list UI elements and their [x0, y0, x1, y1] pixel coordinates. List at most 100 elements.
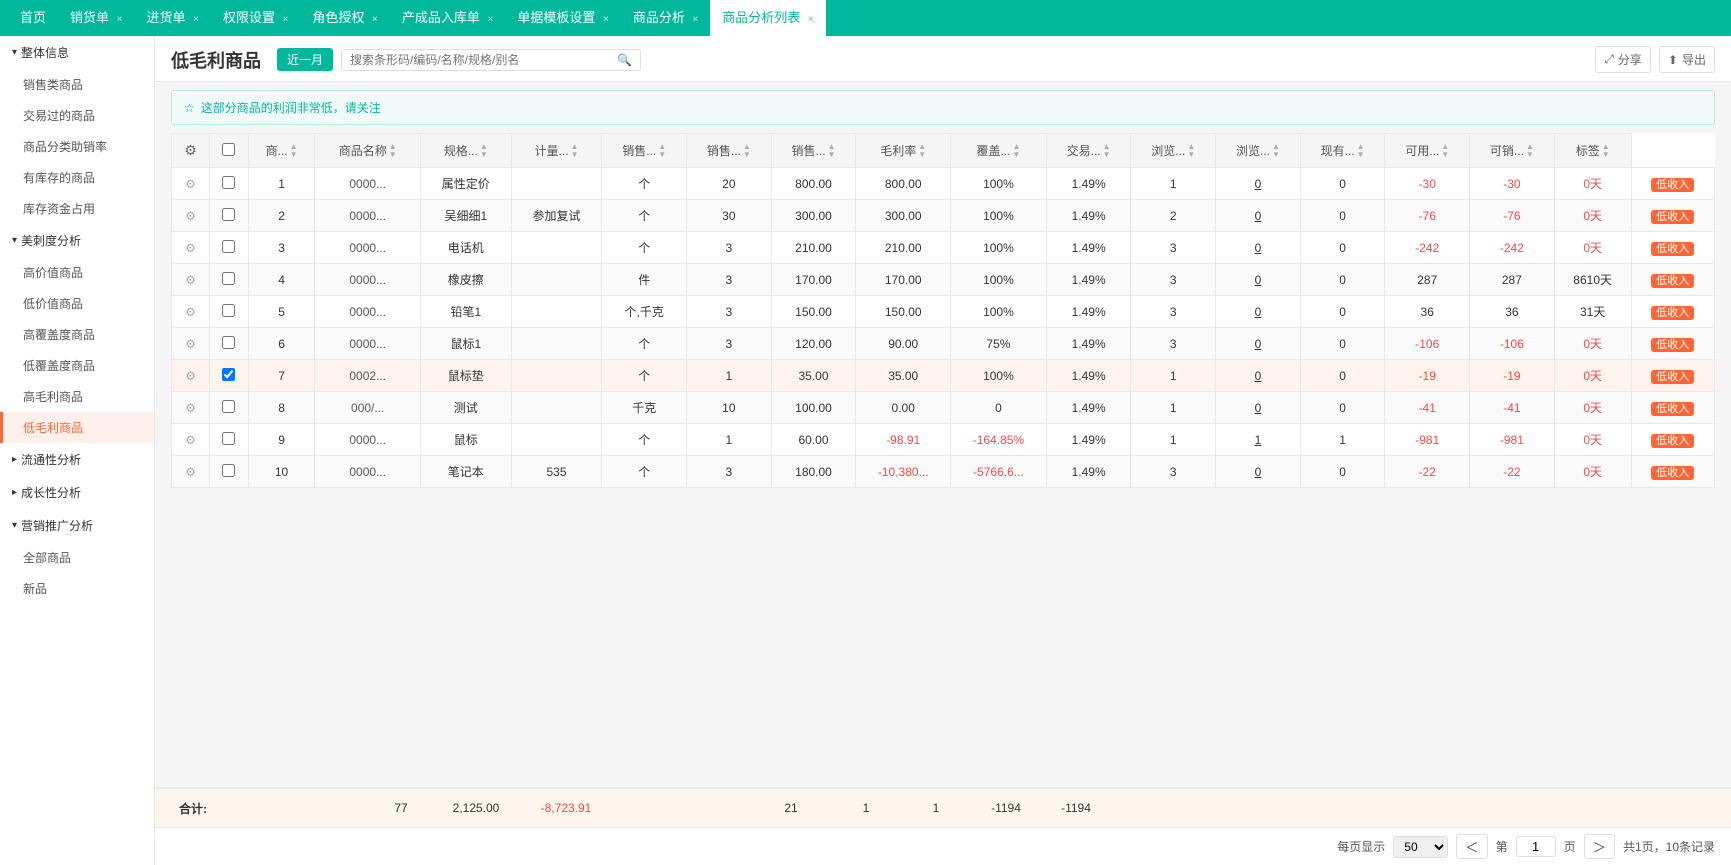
browse1-link[interactable]: 0 — [1255, 337, 1262, 351]
close-role-icon[interactable]: × — [372, 14, 378, 25]
row-settings-icon[interactable]: ⚙ — [185, 241, 196, 255]
sort-arrows-unit[interactable]: ▲▼ — [571, 143, 579, 159]
td-browse1[interactable]: 0 — [1216, 264, 1301, 296]
row-checkbox[interactable] — [222, 368, 235, 381]
td-checkbox[interactable] — [210, 424, 249, 456]
sort-arrows-current-stock[interactable]: ▲▼ — [1357, 143, 1365, 159]
td-settings[interactable]: ⚙ — [172, 264, 210, 296]
row-settings-icon[interactable]: ⚙ — [185, 369, 196, 383]
sidebar-group-liquidity[interactable]: ▸ 流通性分析 — [0, 443, 154, 476]
td-checkbox[interactable] — [210, 456, 249, 488]
sort-arrows-sales-price[interactable]: ▲▼ — [743, 143, 751, 159]
sidebar-item-traded-goods[interactable]: 交易过的商品 — [0, 100, 154, 131]
td-browse1[interactable]: 0 — [1216, 168, 1301, 200]
th-available[interactable]: 可用...▲▼ — [1385, 134, 1470, 168]
close-entry-icon[interactable]: × — [488, 14, 494, 25]
browse1-link[interactable]: 0 — [1255, 401, 1262, 415]
td-settings[interactable]: ⚙ — [172, 232, 210, 264]
th-current-stock[interactable]: 现有...▲▼ — [1300, 134, 1385, 168]
th-sales-qty[interactable]: 销售...▲▼ — [602, 134, 687, 168]
sidebar-item-low-margin[interactable]: 低毛利商品 — [0, 412, 154, 443]
th-transaction[interactable]: 交易...▲▼ — [1046, 134, 1131, 168]
sidebar-item-low-value[interactable]: 低价值商品 — [0, 288, 154, 319]
per-page-select[interactable]: 50 100 200 — [1393, 836, 1448, 858]
td-browse1[interactable]: 0 — [1216, 328, 1301, 360]
nav-permission-settings[interactable]: 权限设置 × — [211, 0, 300, 36]
close-template-icon[interactable]: × — [603, 14, 609, 25]
td-checkbox[interactable] — [210, 264, 249, 296]
td-checkbox[interactable] — [210, 392, 249, 424]
sort-arrows-spec[interactable]: ▲▼ — [480, 143, 488, 159]
sidebar-group-overall[interactable]: ▾ 整体信息 — [0, 36, 154, 69]
row-settings-icon[interactable]: ⚙ — [185, 273, 196, 287]
th-coverage[interactable]: 覆盖...▲▼ — [951, 134, 1047, 168]
th-browse1[interactable]: 浏览...▲▼ — [1131, 134, 1216, 168]
th-saleable[interactable]: 可销...▲▼ — [1470, 134, 1555, 168]
select-all-checkbox[interactable] — [222, 143, 235, 156]
close-analysis-list-icon[interactable]: × — [808, 14, 814, 25]
th-tag[interactable]: 标签▲▼ — [1554, 134, 1631, 168]
td-checkbox[interactable] — [210, 200, 249, 232]
td-browse1[interactable]: 0 — [1216, 392, 1301, 424]
sidebar-item-high-value[interactable]: 高价值商品 — [0, 257, 154, 288]
td-settings[interactable]: ⚙ — [172, 424, 210, 456]
time-filter-button[interactable]: 近一月 — [277, 48, 333, 71]
row-checkbox[interactable] — [222, 432, 235, 445]
row-settings-icon[interactable]: ⚙ — [185, 177, 196, 191]
browse1-link[interactable]: 0 — [1255, 241, 1262, 255]
sort-arrows-name[interactable]: ▲▼ — [389, 143, 397, 159]
sidebar-item-sales-goods[interactable]: 销售类商品 — [0, 69, 154, 100]
td-settings[interactable]: ⚙ — [172, 200, 210, 232]
td-browse1[interactable]: 0 — [1216, 360, 1301, 392]
nav-product-entry[interactable]: 产成品入库单 × — [390, 0, 505, 36]
browse1-link[interactable]: 0 — [1255, 369, 1262, 383]
export-button[interactable]: ⬆ 导出 — [1659, 46, 1715, 73]
sidebar-item-stock-goods[interactable]: 有库存的商品 — [0, 162, 154, 193]
sort-arrows-transaction[interactable]: ▲▼ — [1103, 143, 1111, 159]
td-settings[interactable]: ⚙ — [172, 360, 210, 392]
th-sales-price[interactable]: 销售...▲▼ — [687, 134, 772, 168]
row-settings-icon[interactable]: ⚙ — [185, 433, 196, 447]
td-browse1[interactable]: 1 — [1216, 424, 1301, 456]
row-checkbox[interactable] — [222, 176, 235, 189]
sort-arrows-tag[interactable]: ▲▼ — [1602, 143, 1610, 159]
sort-arrows-browse2[interactable]: ▲▼ — [1272, 143, 1280, 159]
td-settings[interactable]: ⚙ — [172, 456, 210, 488]
sidebar-item-stock-capital[interactable]: 库存资金占用 — [0, 193, 154, 224]
browse1-link[interactable]: 0 — [1255, 273, 1262, 287]
sort-arrows-sales-qty[interactable]: ▲▼ — [658, 143, 666, 159]
td-browse1[interactable]: 0 — [1216, 200, 1301, 232]
td-checkbox[interactable] — [210, 232, 249, 264]
td-settings[interactable]: ⚙ — [172, 296, 210, 328]
sidebar-item-high-coverage[interactable]: 高覆盖度商品 — [0, 319, 154, 350]
th-name[interactable]: 商品名称▲▼ — [315, 134, 420, 168]
sort-arrows-gross-margin[interactable]: ▲▼ — [918, 143, 926, 159]
th-checkbox[interactable] — [210, 134, 249, 168]
th-browse2[interactable]: 浏览...▲▼ — [1216, 134, 1301, 168]
td-checkbox[interactable] — [210, 360, 249, 392]
nav-purchase-order[interactable]: 进货单 × — [134, 0, 210, 36]
th-settings[interactable]: ⚙ — [172, 134, 210, 168]
row-settings-icon[interactable]: ⚙ — [185, 401, 196, 415]
sort-arrows-sales-profit[interactable]: ▲▼ — [828, 143, 836, 159]
nav-goods-analysis-list[interactable]: 商品分析列表 × — [710, 0, 825, 36]
search-input[interactable] — [350, 53, 613, 67]
column-settings-icon[interactable]: ⚙ — [184, 142, 197, 158]
browse1-link[interactable]: 0 — [1255, 177, 1262, 191]
sort-arrows-coverage[interactable]: ▲▼ — [1012, 143, 1020, 159]
sidebar-group-beauty[interactable]: ▾ 美刺度分析 — [0, 224, 154, 257]
row-checkbox[interactable] — [222, 336, 235, 349]
nav-role-auth[interactable]: 角色授权 × — [300, 0, 389, 36]
close-permission-icon[interactable]: × — [283, 14, 289, 25]
browse1-link[interactable]: 0 — [1255, 465, 1262, 479]
browse1-link[interactable]: 0 — [1255, 209, 1262, 223]
td-settings[interactable]: ⚙ — [172, 392, 210, 424]
td-settings[interactable]: ⚙ — [172, 168, 210, 200]
td-checkbox[interactable] — [210, 168, 249, 200]
close-analysis-icon[interactable]: × — [692, 14, 698, 25]
row-checkbox[interactable] — [222, 400, 235, 413]
nav-goods-analysis[interactable]: 商品分析 × — [621, 0, 710, 36]
td-browse1[interactable]: 0 — [1216, 456, 1301, 488]
sort-arrows-browse1[interactable]: ▲▼ — [1187, 143, 1195, 159]
sidebar-item-low-coverage[interactable]: 低覆盖度商品 — [0, 350, 154, 381]
